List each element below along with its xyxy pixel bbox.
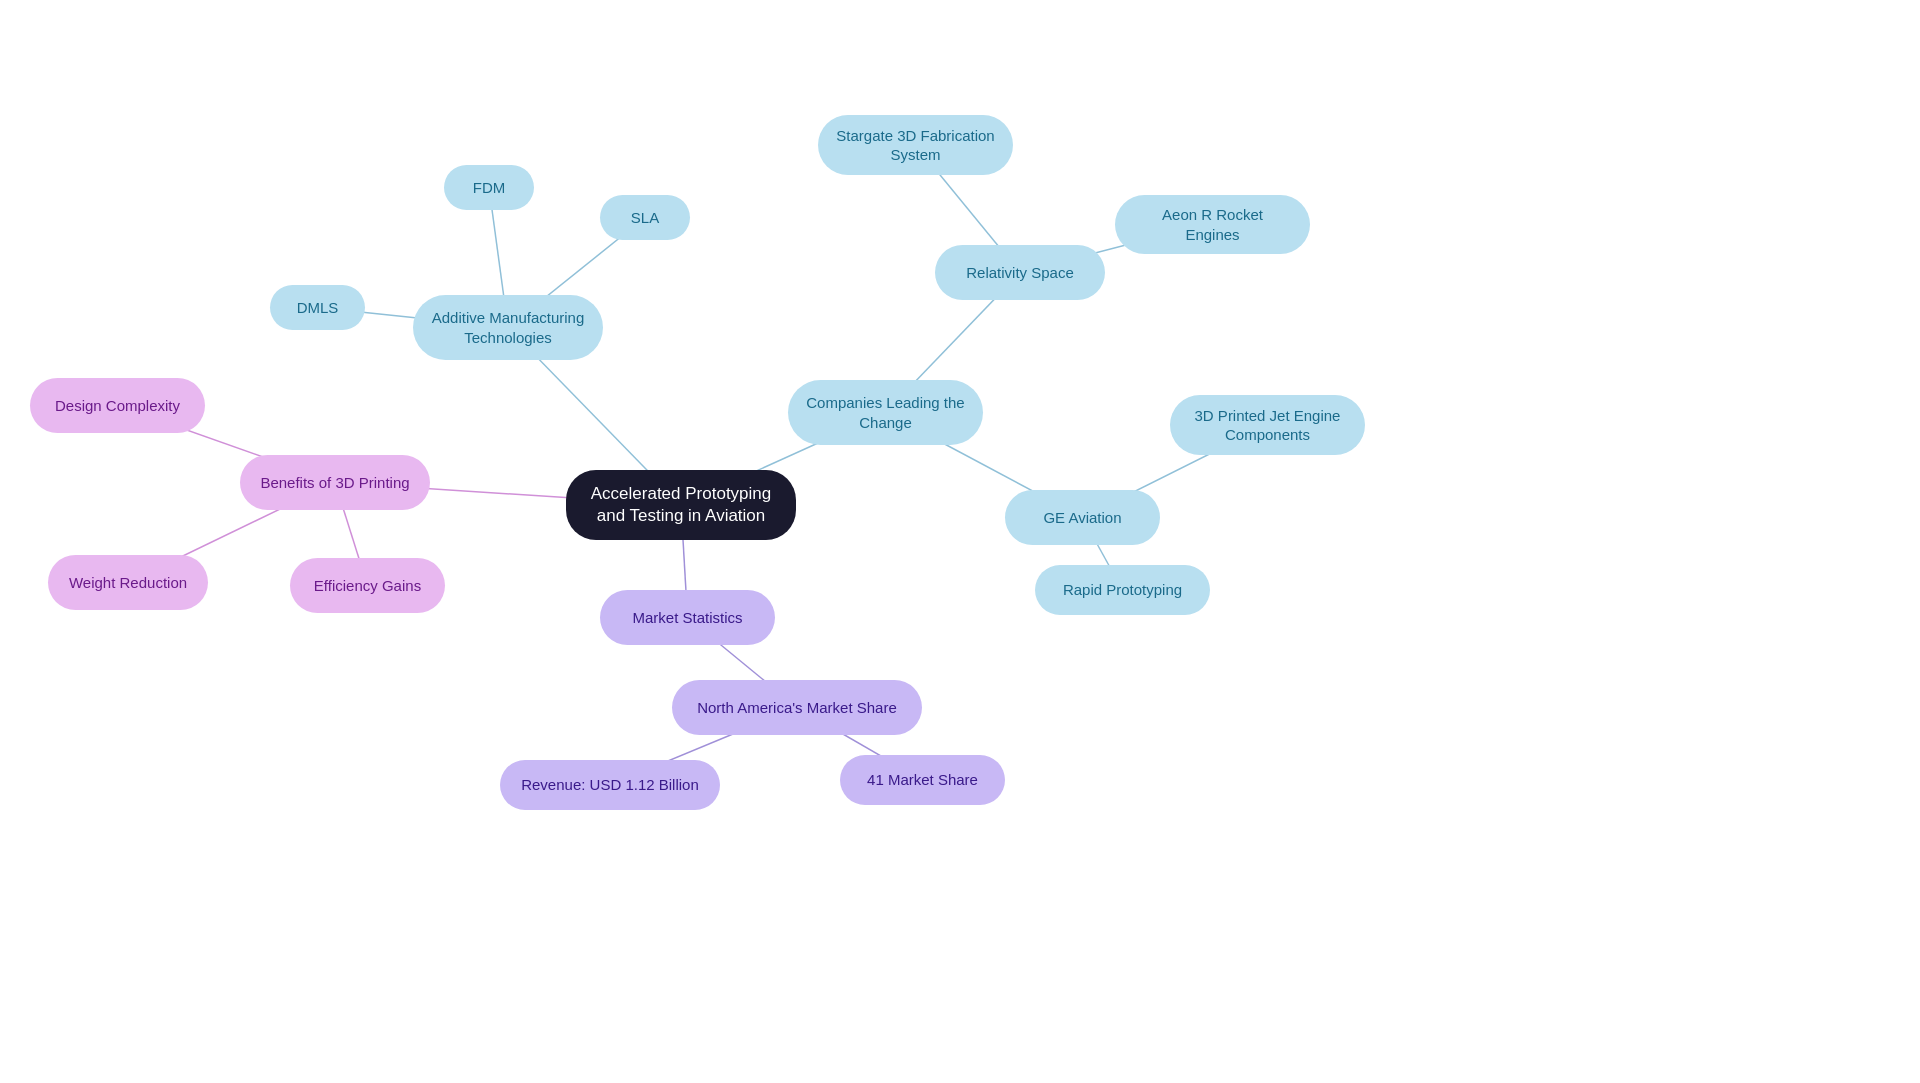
- node-market_stats[interactable]: Market Statistics: [600, 590, 775, 645]
- node-weight_reduction[interactable]: Weight Reduction: [48, 555, 208, 610]
- node-stargate[interactable]: Stargate 3D Fabrication System: [818, 115, 1013, 175]
- node-relativity_space[interactable]: Relativity Space: [935, 245, 1105, 300]
- node-dmls[interactable]: DMLS: [270, 285, 365, 330]
- node-design_complexity[interactable]: Design Complexity: [30, 378, 205, 433]
- node-benefits[interactable]: Benefits of 3D Printing: [240, 455, 430, 510]
- node-efficiency_gains[interactable]: Efficiency Gains: [290, 558, 445, 613]
- node-additive_mfg[interactable]: Additive Manufacturing Technologies: [413, 295, 603, 360]
- node-ge_aviation[interactable]: GE Aviation: [1005, 490, 1160, 545]
- node-rapid_proto[interactable]: Rapid Prototyping: [1035, 565, 1210, 615]
- node-fdm[interactable]: FDM: [444, 165, 534, 210]
- node-revenue[interactable]: Revenue: USD 1.12 Billion: [500, 760, 720, 810]
- node-aeon_r[interactable]: Aeon R Rocket Engines: [1115, 195, 1310, 254]
- node-companies[interactable]: Companies Leading the Change: [788, 380, 983, 445]
- node-north_america[interactable]: North America's Market Share: [672, 680, 922, 735]
- node-market_share_41[interactable]: 41 Market Share: [840, 755, 1005, 805]
- node-center[interactable]: Accelerated Prototyping and Testing in A…: [566, 470, 796, 540]
- node-jet_engine[interactable]: 3D Printed Jet Engine Components: [1170, 395, 1365, 455]
- node-sla[interactable]: SLA: [600, 195, 690, 240]
